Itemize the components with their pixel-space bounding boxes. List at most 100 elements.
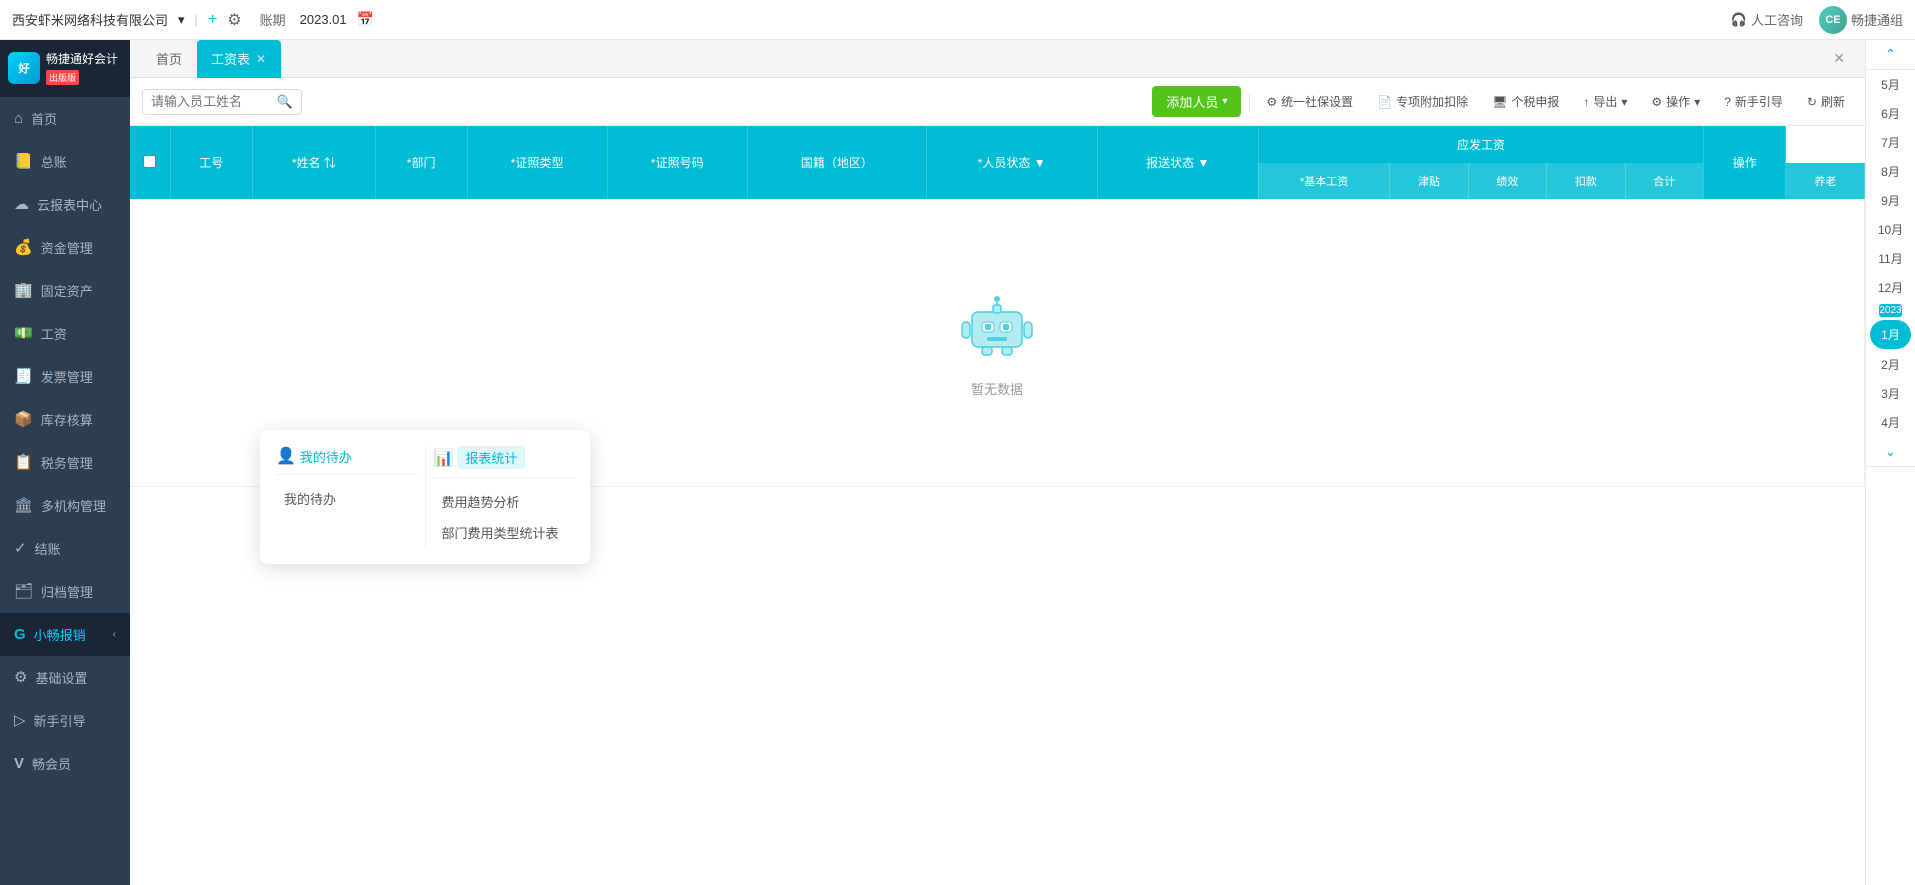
tax-report-btn[interactable]: 🖥 个税申报 [1484,89,1567,114]
expense-trend-item[interactable]: 费用趋势分析 [434,486,575,517]
sidebar-item-settle[interactable]: ✓ 结账 [0,527,130,570]
invoice-icon: 🧾 [14,367,33,385]
divider-1 [1249,94,1250,110]
col-check[interactable] [130,126,170,199]
sidebar-label-archive: 归档管理 [41,582,93,601]
sidebar-item-expense[interactable]: G 小畅报销 ‹ [0,613,130,656]
select-all-checkbox[interactable] [143,155,156,168]
company-name: 西安虾米网络科技有限公司 [12,10,168,29]
timeline-month-1[interactable]: 1月 [1870,320,1911,349]
operation-arrow: ▾ [1694,95,1700,109]
deduction-icon: 📄 [1377,95,1392,109]
sidebar-item-home[interactable]: ⌂ 首页 [0,97,130,140]
col-employee-id: 工号 [170,126,252,199]
sidebar-item-ledger[interactable]: 📒 总账 [0,140,130,183]
avatar: CE [1819,6,1847,34]
timeline-month-11[interactable]: 11月 [1866,244,1915,273]
settings-icon[interactable]: ⚙ [227,10,241,30]
timeline-month-10[interactable]: 10月 [1866,215,1915,244]
user-menu[interactable]: CE 畅捷通组 [1819,6,1903,34]
tab-close-window[interactable]: ✕ [1833,50,1853,67]
sidebar-item-inventory[interactable]: 📦 库存核算 [0,398,130,441]
home-icon: ⌂ [14,110,23,127]
export-icon: ↑ [1583,95,1589,109]
timeline-month-3[interactable]: 3月 [1866,379,1915,408]
my-todo-item[interactable]: 我的待办 [276,483,417,514]
headset-icon: 🎧 [1731,12,1747,28]
window-close-icon[interactable]: ✕ [1833,50,1845,66]
social-security-btn[interactable]: ⚙ 统一社保设置 [1258,89,1361,114]
sidebar-item-cloud-reports[interactable]: ☁ 云报表中心 [0,183,130,226]
empty-text: 暂无数据 [971,379,1023,398]
popup-menu: 👤 我的待办 我的待办 📊 报表统计 [260,430,590,564]
operation-btn[interactable]: ⚙ 操作 ▾ [1643,89,1708,114]
user-label: 畅捷通组 [1851,10,1903,29]
archive-icon: 🗂 [14,582,33,600]
col-salary-group: 应发工资 [1258,126,1703,163]
assets-icon: 🏢 [14,281,33,299]
sidebar-label-guide: 新手引导 [34,711,86,730]
sidebar-item-salary[interactable]: 💵 工资 [0,312,130,355]
timeline-month-2[interactable]: 2月 [1866,350,1915,379]
sidebar-item-archive[interactable]: 🗂 归档管理 [0,570,130,613]
refresh-btn[interactable]: ↻ 刷新 [1799,89,1853,114]
timeline-month-5[interactable]: 5月 [1866,70,1915,99]
sidebar-item-guide[interactable]: ▷ 新手引导 [0,699,130,742]
guide-btn[interactable]: ? 新手引导 [1716,89,1791,114]
dept-expense-label: 部门费用类型统计表 [442,526,559,541]
empty-robot-icon [957,287,1037,367]
logo-badge: 出版版 [46,70,79,85]
operation-icon: ⚙ [1651,95,1662,109]
sidebar-item-settings[interactable]: ⚙ 基础设置 [0,656,130,699]
sidebar-label-vip: 畅会员 [32,754,71,773]
timeline-month-4[interactable]: 4月 [1866,408,1915,437]
sidebar-item-tax[interactable]: 📋 税务管理 [0,441,130,484]
col-deduction: 扣款 [1547,163,1625,199]
company-dropdown[interactable]: ▾ [178,12,185,28]
col-id-number: *证照号码 [607,126,747,199]
calendar-icon[interactable]: 📅 [357,11,374,28]
content-area: 首页 工资表 ✕ ✕ 🔍 添加人员 ▾ [130,40,1865,885]
sidebar-item-funds[interactable]: 💰 资金管理 [0,226,130,269]
timeline-header: ⌃ [1866,40,1915,70]
sidebar-item-invoice[interactable]: 🧾 发票管理 [0,355,130,398]
section2-title: 报表统计 [457,446,525,469]
sidebar-item-assets[interactable]: 🏢 固定资产 [0,269,130,312]
tab-home[interactable]: 首页 [142,40,197,78]
guide-icon: ▷ [14,711,26,729]
section1-title: 我的待办 [300,447,352,466]
sidebar-label-assets: 固定资产 [41,281,93,300]
search-input[interactable] [151,94,273,109]
timeline-up-btn[interactable]: ⌃ [1881,42,1901,66]
deduction-label: 专项附加扣除 [1396,93,1468,110]
tab-salary[interactable]: 工资表 ✕ [197,40,281,78]
refresh-label: 刷新 [1821,93,1845,110]
support-label: 人工咨询 [1751,10,1803,29]
timeline-month-6[interactable]: 6月 [1866,99,1915,128]
sidebar-item-vip[interactable]: V 畅会员 [0,742,130,785]
tab-bar: 首页 工资表 ✕ ✕ [130,40,1865,78]
timeline-month-7[interactable]: 7月 [1866,128,1915,157]
support-btn[interactable]: 🎧 人工咨询 [1731,10,1803,29]
sidebar-label-funds: 资金管理 [41,238,93,257]
tax-icon: 📋 [14,453,33,471]
add-company-btn[interactable]: + [208,11,217,29]
sidebar-item-multi-org[interactable]: 🏛 多机构管理 [0,484,130,527]
timeline-month-9[interactable]: 9月 [1866,186,1915,215]
col-name: *姓名 ⇅ [252,126,375,199]
timeline-month-8[interactable]: 8月 [1866,157,1915,186]
deduction-btn[interactable]: 📄 专项附加扣除 [1369,89,1476,114]
export-label: 导出 [1593,93,1617,110]
timeline-down-btn[interactable]: ⌄ [1881,439,1901,463]
sidebar-label-tax: 税务管理 [41,453,93,472]
cloud-icon: ☁ [14,195,29,213]
settings-sidebar-icon: ⚙ [14,668,27,686]
timeline-month-12[interactable]: 12月 [1866,273,1915,302]
search-wrap[interactable]: 🔍 [142,89,302,115]
tab-salary-label: 工资表 [211,49,250,68]
expense-icon: G [14,626,26,643]
tab-close-btn[interactable]: ✕ [256,52,266,66]
dept-expense-item[interactable]: 部门费用类型统计表 [434,517,575,548]
add-person-btn[interactable]: 添加人员 ▾ [1152,86,1241,117]
export-btn[interactable]: ↑ 导出 ▾ [1575,89,1635,114]
